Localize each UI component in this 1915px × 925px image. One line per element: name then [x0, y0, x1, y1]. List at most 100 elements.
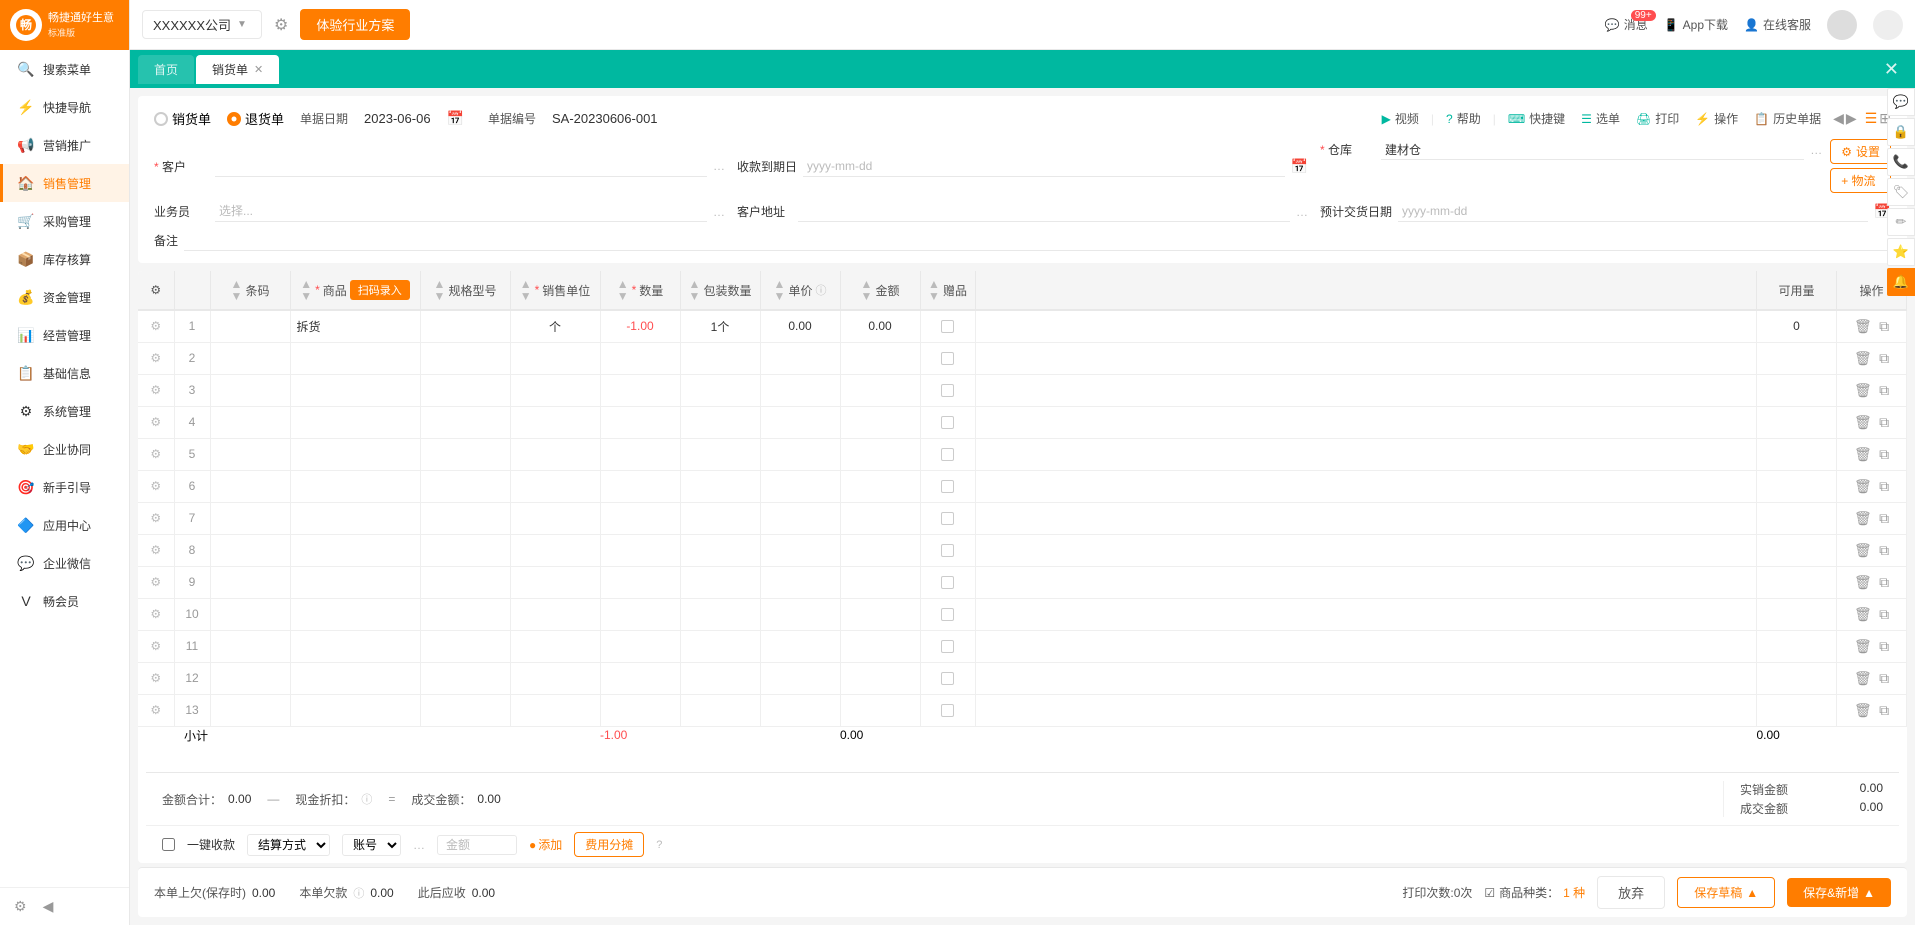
settings-button[interactable]: ⚙ 设置: [1830, 139, 1891, 164]
history-btn[interactable]: 📋 历史单据: [1750, 108, 1825, 129]
cell-packqty-8[interactable]: [680, 534, 760, 566]
cell-amount-10[interactable]: [840, 598, 920, 630]
customer-address-input[interactable]: [798, 201, 1290, 222]
cell-spec-11[interactable]: [420, 630, 510, 662]
sidebar-item-operations[interactable]: 📊 经营管理: [0, 316, 129, 354]
cell-amount-2[interactable]: [840, 342, 920, 374]
sidebar-item-basic[interactable]: 📋 基础信息: [0, 354, 129, 392]
cell-unit-4[interactable]: [510, 406, 600, 438]
cell-qty-11[interactable]: [600, 630, 680, 662]
sidebar-item-finance[interactable]: 💰 资金管理: [0, 278, 129, 316]
gift-checkbox-1[interactable]: [941, 320, 954, 333]
cell-amount-8[interactable]: [840, 534, 920, 566]
cell-gift-3[interactable]: [920, 374, 975, 406]
account-dots[interactable]: …: [413, 838, 425, 852]
copy-icon-8[interactable]: ⧉: [1879, 542, 1889, 558]
delete-icon-12[interactable]: 🗑: [1854, 670, 1872, 686]
cell-packqty-3[interactable]: [680, 374, 760, 406]
cell-qty-10[interactable]: [600, 598, 680, 630]
cell-gift-10[interactable]: [920, 598, 975, 630]
cell-qty-1[interactable]: -1.00: [600, 310, 680, 342]
th-amount[interactable]: ▲▼ 金额: [840, 271, 920, 310]
panel-edit-btn[interactable]: ✏: [1887, 208, 1915, 236]
cell-price-6[interactable]: [760, 470, 840, 502]
salesperson-input[interactable]: [215, 201, 707, 222]
copy-icon-1[interactable]: ⧉: [1879, 318, 1889, 334]
cell-price-1[interactable]: 0.00: [760, 310, 840, 342]
sidebar-logo[interactable]: 畅 畅捷通好生意 标准版: [0, 0, 129, 50]
cell-barcode-11[interactable]: [210, 630, 290, 662]
copy-icon-6[interactable]: ⧉: [1879, 478, 1889, 494]
th-gift[interactable]: ▲▼ 赠品: [920, 271, 975, 310]
cell-gift-13[interactable]: [920, 694, 975, 726]
copy-icon-7[interactable]: ⧉: [1879, 510, 1889, 526]
tab-sales-order[interactable]: 销货单 ✕: [196, 55, 279, 84]
gift-checkbox-12[interactable]: [941, 672, 954, 685]
cell-product-3[interactable]: [290, 374, 420, 406]
delete-icon-3[interactable]: 🗑: [1854, 382, 1872, 398]
gift-checkbox-6[interactable]: [941, 480, 954, 493]
sidebar-item-wechat[interactable]: 💬 企业微信: [0, 544, 129, 582]
cell-gift-4[interactable]: [920, 406, 975, 438]
cell-unit-2[interactable]: [510, 342, 600, 374]
tab-close-icon[interactable]: ✕: [254, 63, 263, 76]
expected-delivery-input[interactable]: [1398, 201, 1868, 222]
panel-tag-btn[interactable]: 🏷: [1887, 178, 1915, 206]
warehouse-dots[interactable]: …: [1810, 143, 1822, 157]
radio-return[interactable]: 退货单: [227, 109, 284, 128]
cell-packqty-10[interactable]: [680, 598, 760, 630]
cell-product-11[interactable]: [290, 630, 420, 662]
radio-sales[interactable]: 销货单: [154, 109, 211, 128]
account-select[interactable]: 账号: [342, 834, 401, 856]
help-btn[interactable]: ? 帮助: [1442, 108, 1485, 129]
cell-amount-7[interactable]: [840, 502, 920, 534]
message-btn[interactable]: 💬 消息 99+: [1605, 16, 1648, 33]
cell-packqty-12[interactable]: [680, 662, 760, 694]
cell-product-5[interactable]: [290, 438, 420, 470]
panel-chat-btn[interactable]: 💬: [1887, 88, 1915, 116]
cell-amount-9[interactable]: [840, 566, 920, 598]
cell-product-2[interactable]: [290, 342, 420, 374]
th-available[interactable]: 可用量: [1757, 271, 1837, 310]
cell-qty-7[interactable]: [600, 502, 680, 534]
sidebar-item-inventory[interactable]: 📦 库存核算: [0, 240, 129, 278]
cell-unit-11[interactable]: [510, 630, 600, 662]
cell-barcode-13[interactable]: [210, 694, 290, 726]
cell-spec-9[interactable]: [420, 566, 510, 598]
cell-unit-3[interactable]: [510, 374, 600, 406]
prev-arrow[interactable]: ◀: [1833, 110, 1844, 127]
next-arrow[interactable]: ▶: [1846, 110, 1857, 127]
cell-barcode-1[interactable]: [210, 310, 290, 342]
cell-gift-6[interactable]: [920, 470, 975, 502]
customer-dots[interactable]: …: [713, 159, 725, 173]
settings-icon[interactable]: ⚙: [150, 283, 161, 297]
cell-qty-6[interactable]: [600, 470, 680, 502]
cell-barcode-3[interactable]: [210, 374, 290, 406]
cell-packqty-7[interactable]: [680, 502, 760, 534]
cell-gift-11[interactable]: [920, 630, 975, 662]
gift-checkbox-3[interactable]: [941, 384, 954, 397]
th-unit[interactable]: ▲▼ * 销售单位: [510, 271, 600, 310]
cell-amount-4[interactable]: [840, 406, 920, 438]
user-avatar[interactable]: [1827, 10, 1857, 40]
cell-packqty-5[interactable]: [680, 438, 760, 470]
cell-amount-12[interactable]: [840, 662, 920, 694]
collection-calendar-icon[interactable]: 📅: [1291, 158, 1308, 175]
cell-packqty-11[interactable]: [680, 630, 760, 662]
cell-barcode-7[interactable]: [210, 502, 290, 534]
cell-unit-10[interactable]: [510, 598, 600, 630]
cell-product-8[interactable]: [290, 534, 420, 566]
sidebar-item-guide[interactable]: 🎯 新手引导: [0, 468, 129, 506]
copy-icon-10[interactable]: ⧉: [1879, 606, 1889, 622]
cell-gift-2[interactable]: [920, 342, 975, 374]
payment-amount-input[interactable]: [437, 835, 517, 855]
trial-button[interactable]: 体验行业方案: [300, 9, 410, 40]
cell-qty-4[interactable]: [600, 406, 680, 438]
gift-checkbox-4[interactable]: [941, 416, 954, 429]
panel-lock-btn[interactable]: 🔒: [1887, 118, 1915, 146]
delete-icon-1[interactable]: 🗑: [1854, 318, 1872, 334]
copy-icon-4[interactable]: ⧉: [1879, 414, 1889, 430]
copy-icon-3[interactable]: ⧉: [1879, 382, 1889, 398]
delete-icon-10[interactable]: 🗑: [1854, 606, 1872, 622]
cell-barcode-8[interactable]: [210, 534, 290, 566]
